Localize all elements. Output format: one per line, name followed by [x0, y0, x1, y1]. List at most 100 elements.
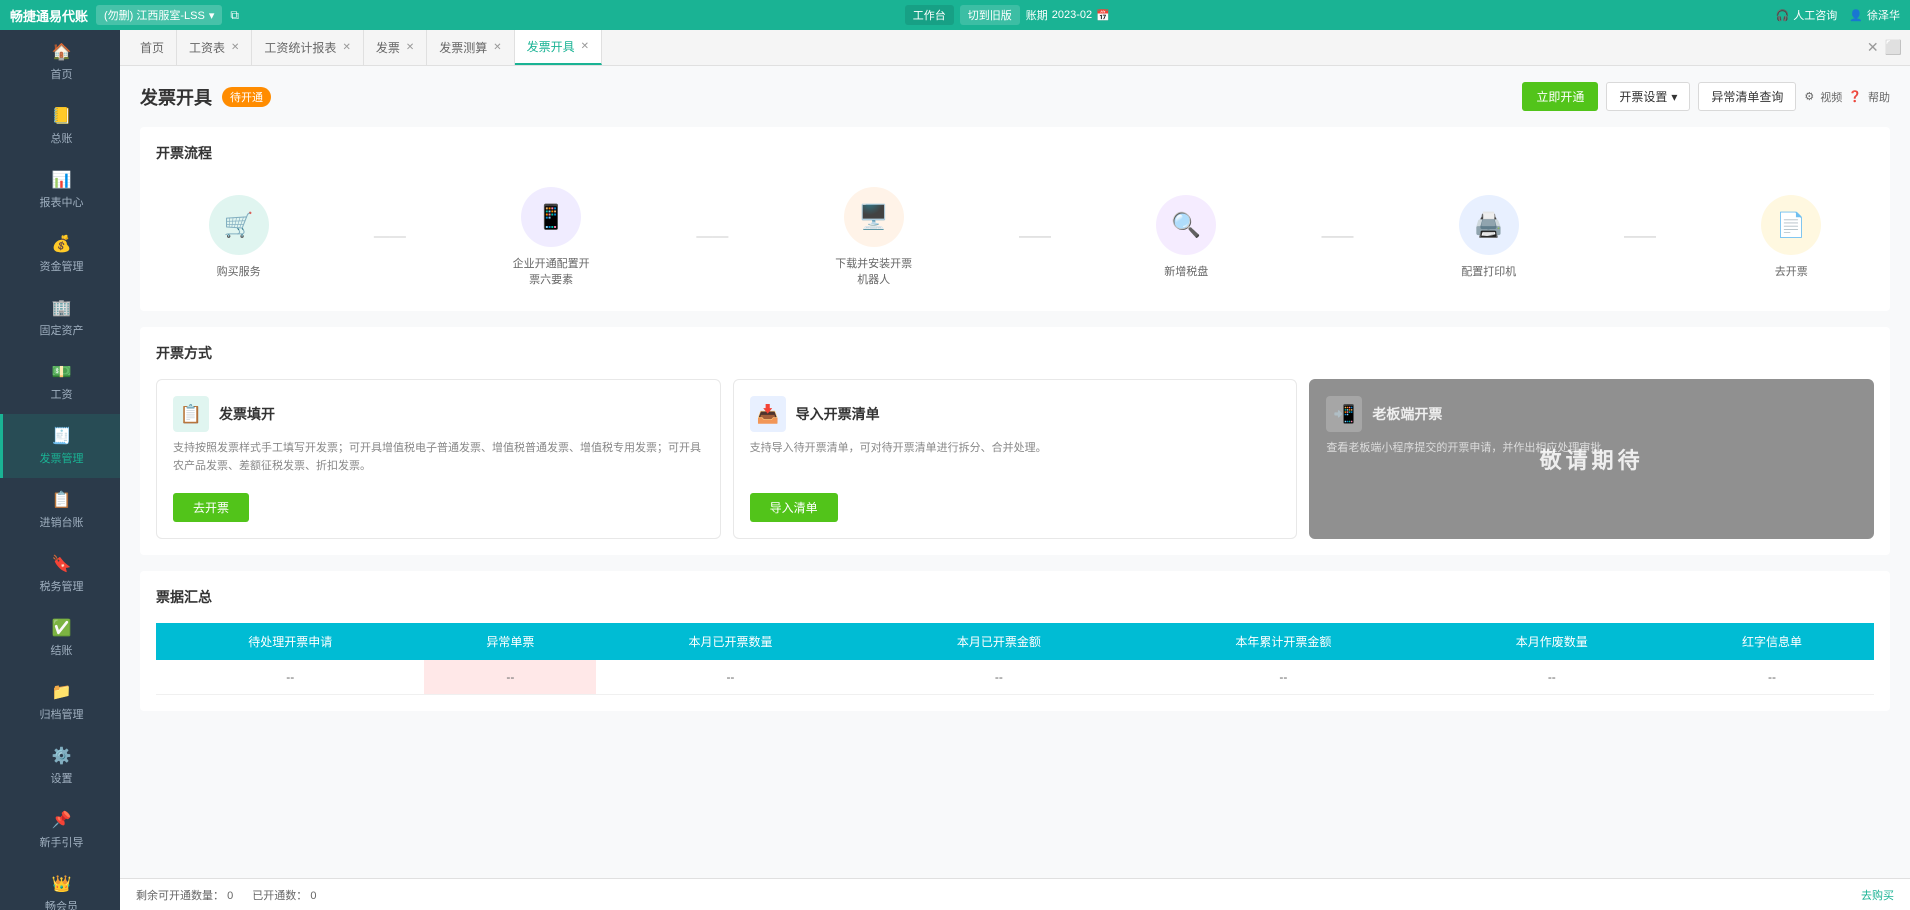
- tab-home[interactable]: 首页: [128, 30, 177, 65]
- sidebar-item-guide[interactable]: 📌 新手引导: [0, 798, 120, 862]
- switch-old-button[interactable]: 切到旧版: [960, 5, 1020, 25]
- top-bar: 畅捷通易代账 (勿删) 江西服室-LSS ▾ ⧉ 工作台 切到旧版 账期 202…: [0, 0, 1910, 30]
- page-title: 发票开具: [140, 84, 212, 110]
- flow-step-configure[interactable]: 📱 企业开通配置开票六要素: [511, 187, 591, 287]
- abnormal-query-button[interactable]: 异常清单查询: [1698, 82, 1796, 111]
- immediate-open-button[interactable]: 立即开通: [1522, 82, 1598, 111]
- sidebar-item-ledger[interactable]: 📒 总账: [0, 94, 120, 158]
- copy-icon[interactable]: ⧉: [230, 8, 239, 23]
- cell-month-amount: --: [865, 660, 1133, 695]
- method-manual-card: 📋 发票填开 支持按照发票样式手工填写开发票；可开具增值税电子普通发票、增值税普…: [156, 379, 721, 539]
- tab-invoice-calc[interactable]: 发票测算 ✕: [427, 30, 514, 65]
- sidebar-item-reports[interactable]: 📊 报表中心: [0, 158, 120, 222]
- company-selector[interactable]: (勿删) 江西服室-LSS ▾: [96, 5, 222, 25]
- summary-table-data-row: -- -- -- -- -- -- --: [156, 660, 1874, 695]
- sidebar-item-assets[interactable]: 🏢 固定资产: [0, 286, 120, 350]
- go-issue-button[interactable]: 去开票: [173, 493, 249, 522]
- top-bar-buttons: 工作台 切到旧版 账期 2023-02 📅: [905, 5, 1110, 25]
- headset-icon: 🎧: [1776, 9, 1790, 22]
- tab-invoice-calc-label: 发票测算: [439, 39, 487, 56]
- content-area: 首页 工资表 ✕ 工资统计报表 ✕ 发票 ✕ 发票测算 ✕: [120, 30, 1910, 910]
- method-manual-header: 📋 发票填开: [173, 396, 704, 432]
- method-import-card: 📥 导入开票清单 支持导入待开票清单，可对待开票清单进行拆分、合并处理。 导入清…: [733, 379, 1298, 539]
- tab-salary-stats-label: 工资统计报表: [264, 39, 336, 56]
- sidebar-label-settings: 设置: [51, 770, 73, 786]
- method-section-title: 开票方式: [156, 343, 1874, 363]
- sidebar-item-salary[interactable]: 💵 工资: [0, 350, 120, 414]
- tab-invoice-label: 发票: [376, 39, 400, 56]
- summary-section: 票据汇总 待处理开票申请 异常单票 本月已开票数量 本月已开票金额 本年累计开票…: [140, 571, 1890, 711]
- bottom-bar-info: 剩余可开通数量： 0 已开通数： 0: [136, 887, 316, 903]
- tab-actions: ✕ ⬜: [1867, 39, 1902, 56]
- tab-invoice-tool-close[interactable]: ✕: [581, 41, 589, 52]
- sidebar-label-archive: 归档管理: [40, 706, 84, 722]
- company-name: (勿删) 江西服室-LSS: [104, 7, 205, 23]
- tab-invoice-tool[interactable]: 发票开具 ✕: [515, 30, 602, 65]
- company-dropdown-icon: ▾: [209, 9, 215, 22]
- col-month-qty: 本月已开票数量: [596, 623, 864, 660]
- sidebar-label-invoice: 发票管理: [40, 450, 84, 466]
- flow-step-download[interactable]: 🖥️ 下载并安装开票机器人: [834, 187, 914, 287]
- service-label: 人工咨询: [1793, 7, 1837, 23]
- invoice-methods: 📋 发票填开 支持按照发票样式手工填写开发票；可开具增值税电子普通发票、增值税普…: [156, 379, 1874, 539]
- flow-step-issue[interactable]: 📄 去开票: [1761, 195, 1821, 279]
- issue-invoice-icon: 📄: [1761, 195, 1821, 255]
- opened-value: 0: [310, 890, 316, 902]
- flow-arrow-5: ——: [1624, 228, 1656, 246]
- tab-salary-table[interactable]: 工资表 ✕: [177, 30, 252, 65]
- help-icon[interactable]: ❓: [1848, 90, 1862, 103]
- tab-salary-stats-close[interactable]: ✕: [342, 42, 350, 53]
- sidebar-item-settings[interactable]: ⚙️ 设置: [0, 734, 120, 798]
- tab-salary-table-close[interactable]: ✕: [231, 42, 239, 53]
- period-value: 2023-02: [1052, 9, 1092, 21]
- main-layout: 🏠 首页 📒 总账 📊 报表中心 💰 资金管理 🏢 固定资产 💵 工资 🧾 发票…: [0, 30, 1910, 910]
- cell-year-amount: --: [1133, 660, 1434, 695]
- manual-method-desc: 支持按照发票样式手工填写开发票；可开具增值税电子普通发票、增值税普通发票、增值税…: [173, 440, 704, 485]
- sidebar-item-member[interactable]: 👑 畅会员: [0, 862, 120, 910]
- settings-icon: ⚙️: [52, 746, 72, 766]
- import-list-button[interactable]: 导入清单: [750, 493, 838, 522]
- sidebar-label-assets: 固定资产: [40, 322, 84, 338]
- disabled-overlay: 敬请期待: [1310, 380, 1873, 538]
- col-void-qty: 本月作废数量: [1434, 623, 1670, 660]
- col-year-amount: 本年累计开票金额: [1133, 623, 1434, 660]
- open-settings-button[interactable]: 开票设置 ▾: [1606, 82, 1690, 111]
- flow-arrow-4: ——: [1321, 228, 1353, 246]
- service-button[interactable]: 🎧 人工咨询: [1776, 7, 1838, 23]
- status-badge: 待开通: [222, 87, 271, 107]
- col-month-amount: 本月已开票金额: [865, 623, 1133, 660]
- method-boss-card: 📲 老板端开票 查看老板端小程序提交的开票申请，并作出相应处理审批 敬请期待: [1309, 379, 1874, 539]
- buy-link[interactable]: 去购买: [1861, 887, 1894, 903]
- sidebar-item-home[interactable]: 🏠 首页: [0, 30, 120, 94]
- workspace-button[interactable]: 工作台: [905, 5, 954, 25]
- flow-step-buy[interactable]: 🛒 购买服务: [209, 195, 269, 279]
- tab-salary-stats[interactable]: 工资统计报表 ✕: [252, 30, 363, 65]
- tab-close-all-icon[interactable]: ✕: [1867, 39, 1879, 56]
- flow-steps: 🛒 购买服务 —— 📱 企业开通配置开票六要素 —— 🖥️ 下载并安装开票机器人…: [156, 179, 1874, 295]
- sidebar: 🏠 首页 📒 总账 📊 报表中心 💰 资金管理 🏢 固定资产 💵 工资 🧾 发票…: [0, 30, 120, 910]
- method-import-header: 📥 导入开票清单: [750, 396, 1281, 432]
- sidebar-item-funds[interactable]: 💰 资金管理: [0, 222, 120, 286]
- flow-step-printer[interactable]: 🖨️ 配置打印机: [1459, 195, 1519, 279]
- user-menu[interactable]: 👤 徐泽华: [1849, 7, 1900, 23]
- tab-invoice[interactable]: 发票 ✕: [364, 30, 427, 65]
- period-edit-icon[interactable]: 📅: [1096, 9, 1110, 22]
- tab-invoice-calc-close[interactable]: ✕: [493, 42, 501, 53]
- page-header: 发票开具 待开通 立即开通 开票设置 ▾ 异常清单查询 ⚙ 视频 ❓ 帮助: [140, 82, 1890, 111]
- help-settings-icon[interactable]: ⚙: [1804, 90, 1814, 103]
- sidebar-item-tax[interactable]: 🔖 税务管理: [0, 542, 120, 606]
- sidebar-item-invoice[interactable]: 🧾 发票管理: [0, 414, 120, 478]
- sidebar-item-purchase[interactable]: 📋 进销台账: [0, 478, 120, 542]
- settlement-icon: ✅: [52, 618, 72, 638]
- flow-step-tax[interactable]: 🔍 新增税盘: [1156, 195, 1216, 279]
- user-name: 徐泽华: [1867, 7, 1900, 23]
- tab-restore-icon[interactable]: ⬜: [1885, 39, 1902, 56]
- help-video-label[interactable]: 视频: [1820, 89, 1842, 105]
- tab-salary-table-label: 工资表: [189, 39, 225, 56]
- period-label: 账期: [1026, 7, 1048, 23]
- sidebar-item-archive[interactable]: 📁 归档管理: [0, 670, 120, 734]
- issue-invoice-label: 去开票: [1775, 263, 1808, 279]
- sidebar-item-settlement[interactable]: ✅ 结账: [0, 606, 120, 670]
- tab-invoice-close[interactable]: ✕: [406, 42, 414, 53]
- reports-icon: 📊: [52, 170, 72, 190]
